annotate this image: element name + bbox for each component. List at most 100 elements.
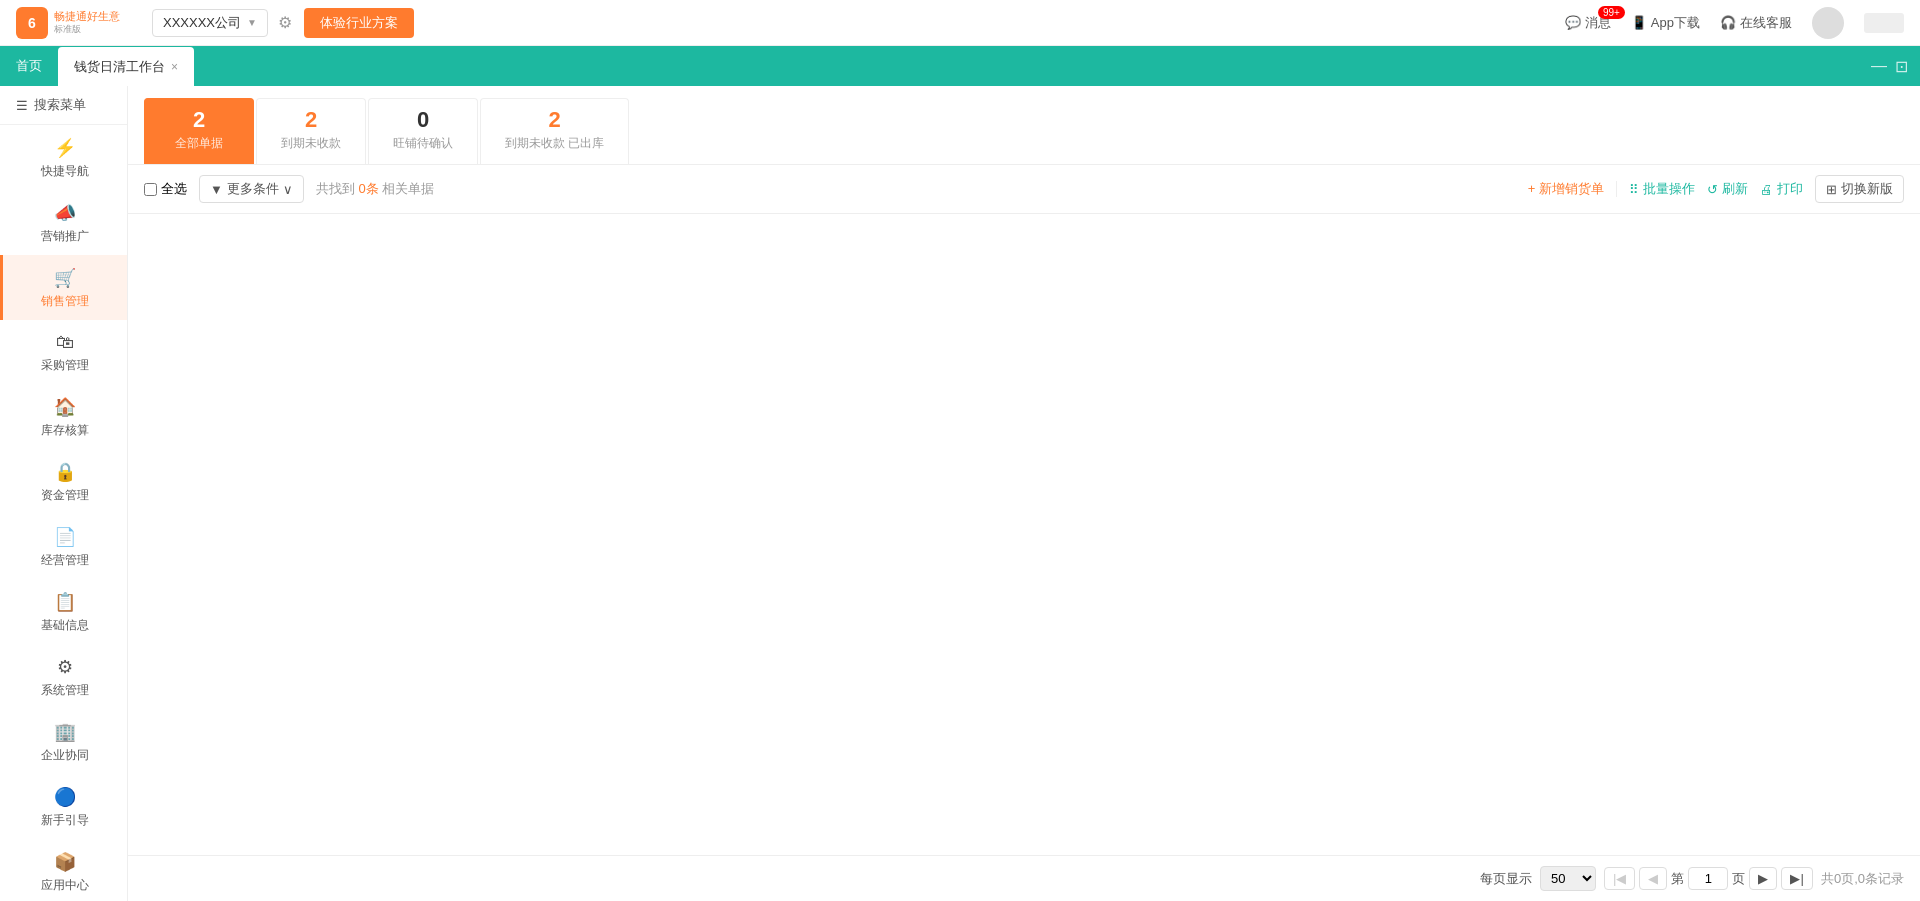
- sidebar-label-sales: 销售管理: [41, 293, 89, 310]
- tab-bar-right: — ⊡: [1871, 57, 1920, 76]
- last-page-button[interactable]: ▶|: [1781, 867, 1812, 890]
- filter-chevron-icon: ∨: [283, 182, 293, 197]
- page-input[interactable]: [1688, 867, 1728, 890]
- sidebar-item-marketing[interactable]: 📣 营销推广: [0, 190, 127, 255]
- stat-number-pending: 0: [417, 107, 429, 133]
- avatar[interactable]: [1812, 7, 1844, 39]
- sidebar-item-inventory[interactable]: 🏠 库存核算: [0, 384, 127, 449]
- sidebar-label-inventory: 库存核算: [41, 422, 89, 439]
- sidebar-label-purchase: 采购管理: [41, 357, 89, 374]
- sidebar-item-operations[interactable]: 📄 经营管理: [0, 514, 127, 579]
- logo-text: 畅捷通好生意: [54, 9, 120, 23]
- batch-icon: ⠿: [1629, 182, 1639, 197]
- sidebar-label-enterprise: 企业协同: [41, 747, 89, 764]
- refresh-button[interactable]: ↺ 刷新: [1707, 180, 1748, 198]
- page-suffix: 页: [1732, 870, 1745, 888]
- inventory-icon: 🏠: [54, 396, 76, 418]
- select-all-input[interactable]: [144, 183, 157, 196]
- stat-label-overdue: 到期未收款: [281, 135, 341, 152]
- top-right-area: 💬 消息 99+ 📱 App下载 🎧 在线客服: [1565, 7, 1904, 39]
- filter-icon: ▼: [210, 182, 223, 197]
- stat-number-unshipped: 2: [549, 107, 561, 133]
- page-navigation: |◀ ◀ 第 页 ▶ ▶|: [1604, 867, 1813, 890]
- sidebar-item-finance[interactable]: 🔒 资金管理: [0, 449, 127, 514]
- app-center-icon: 📦: [54, 851, 76, 873]
- guide-icon: 🔵: [54, 786, 76, 808]
- home-tab-label: 首页: [16, 57, 42, 75]
- username-area: [1864, 13, 1904, 33]
- top-bar: 6 畅捷通好生意 标准版 XXXXXX公司 ▼ ⚙ 体验行业方案 💬 消息 99…: [0, 0, 1920, 46]
- search-menu-label: 搜索菜单: [34, 96, 86, 114]
- messages-button[interactable]: 💬 消息 99+: [1565, 14, 1611, 32]
- found-prefix: 共找到: [316, 181, 355, 196]
- tab-work[interactable]: 钱货日清工作台 ×: [58, 47, 194, 87]
- stat-label-unshipped: 到期未收款 已出库: [505, 135, 604, 152]
- sidebar: ☰ 搜索菜单 ⚡ 快捷导航 📣 营销推广 🛒 销售管理 🛍 采购管理 🏠 库存核…: [0, 86, 128, 901]
- refresh-label: 刷新: [1722, 180, 1748, 198]
- sidebar-item-enterprise[interactable]: 🏢 企业协同: [0, 709, 127, 774]
- toolbar-right: + 新增销货单 ⠿ 批量操作 ↺ 刷新 🖨 打印 ⊞ 切换新版: [1528, 175, 1904, 203]
- company-name: XXXXXX公司: [163, 14, 241, 32]
- batch-operation-button[interactable]: ⠿ 批量操作: [1629, 180, 1695, 198]
- sidebar-item-quick-nav[interactable]: ⚡ 快捷导航: [0, 125, 127, 190]
- finance-icon: 🔒: [54, 461, 76, 483]
- sidebar-item-purchase[interactable]: 🛍 采购管理: [0, 320, 127, 384]
- tab-home[interactable]: 首页: [0, 46, 58, 86]
- next-page-button[interactable]: ▶: [1749, 867, 1777, 890]
- stat-tab-overdue[interactable]: 2 到期未收款: [256, 98, 366, 164]
- marketing-icon: 📣: [54, 202, 76, 224]
- maximize-icon[interactable]: ⊡: [1895, 57, 1908, 76]
- select-all-checkbox[interactable]: 全选: [144, 180, 187, 198]
- sidebar-item-base-info[interactable]: 📋 基础信息: [0, 579, 127, 644]
- print-icon: 🖨: [1760, 182, 1773, 197]
- company-selector[interactable]: XXXXXX公司 ▼: [152, 9, 268, 37]
- sidebar-item-sales[interactable]: 🛒 销售管理: [0, 255, 127, 320]
- switch-version-button[interactable]: ⊞ 切换新版: [1815, 175, 1904, 203]
- stat-tab-unshipped[interactable]: 2 到期未收款 已出库: [480, 98, 629, 164]
- phone-icon: 📱: [1631, 15, 1647, 30]
- tab-bar: 首页 钱货日清工作台 × — ⊡: [0, 46, 1920, 86]
- filter-label: 更多条件: [227, 180, 279, 198]
- app-download-button[interactable]: 📱 App下载: [1631, 14, 1700, 32]
- select-all-label: 全选: [161, 180, 187, 198]
- sidebar-label-finance: 资金管理: [41, 487, 89, 504]
- per-page-select[interactable]: 50 10 20 100: [1540, 866, 1596, 891]
- table-area: [128, 214, 1920, 855]
- sidebar-label-quick-nav: 快捷导航: [41, 163, 89, 180]
- print-button[interactable]: 🖨 打印: [1760, 180, 1803, 198]
- stat-label-all: 全部单据: [175, 135, 223, 152]
- prev-page-button[interactable]: ◀: [1639, 867, 1667, 890]
- sidebar-item-guide[interactable]: 🔵 新手引导: [0, 774, 127, 839]
- sidebar-label-operations: 经营管理: [41, 552, 89, 569]
- purchase-icon: 🛍: [56, 332, 74, 353]
- base-info-icon: 📋: [54, 591, 76, 613]
- main-layout: ☰ 搜索菜单 ⚡ 快捷导航 📣 营销推广 🛒 销售管理 🛍 采购管理 🏠 库存核…: [0, 86, 1920, 901]
- stat-tab-all[interactable]: 2 全部单据: [144, 98, 254, 164]
- chevron-down-icon: ▼: [247, 17, 257, 28]
- sidebar-item-system[interactable]: ⚙ 系统管理: [0, 644, 127, 709]
- first-page-button[interactable]: |◀: [1604, 867, 1635, 890]
- found-text: 共找到 0条 相关单据: [316, 180, 434, 198]
- tab-close-icon[interactable]: ×: [171, 60, 178, 74]
- total-records: 共0页,0条记录: [1821, 870, 1904, 888]
- sidebar-label-base-info: 基础信息: [41, 617, 89, 634]
- experience-button[interactable]: 体验行业方案: [304, 8, 414, 38]
- online-service-label: 在线客服: [1740, 14, 1792, 32]
- toolbar: 全选 ▼ 更多条件 ∨ 共找到 0条 相关单据 + 新增销货单 ⠿ 批量操作: [128, 165, 1920, 214]
- per-page-label: 每页显示: [1480, 870, 1532, 888]
- settings-button[interactable]: ⚙: [278, 13, 292, 32]
- online-service-button[interactable]: 🎧 在线客服: [1720, 14, 1792, 32]
- message-icon: 💬: [1565, 15, 1581, 30]
- new-order-button[interactable]: + 新增销货单: [1528, 180, 1604, 198]
- content-area: 2 全部单据 2 到期未收款 0 旺铺待确认 2 到期未收款 已出库 全选: [128, 86, 1920, 901]
- minimize-icon[interactable]: —: [1871, 57, 1887, 75]
- batch-label: 批量操作: [1643, 180, 1695, 198]
- message-badge: 99+: [1598, 6, 1625, 19]
- sidebar-item-app-center[interactable]: 📦 应用中心: [0, 839, 127, 901]
- work-tab-label: 钱货日清工作台: [74, 58, 165, 76]
- enterprise-icon: 🏢: [54, 721, 76, 743]
- search-menu-item[interactable]: ☰ 搜索菜单: [0, 86, 127, 125]
- filter-button[interactable]: ▼ 更多条件 ∨: [199, 175, 304, 203]
- stat-tab-pending[interactable]: 0 旺铺待确认: [368, 98, 478, 164]
- found-suffix: 相关单据: [382, 181, 434, 196]
